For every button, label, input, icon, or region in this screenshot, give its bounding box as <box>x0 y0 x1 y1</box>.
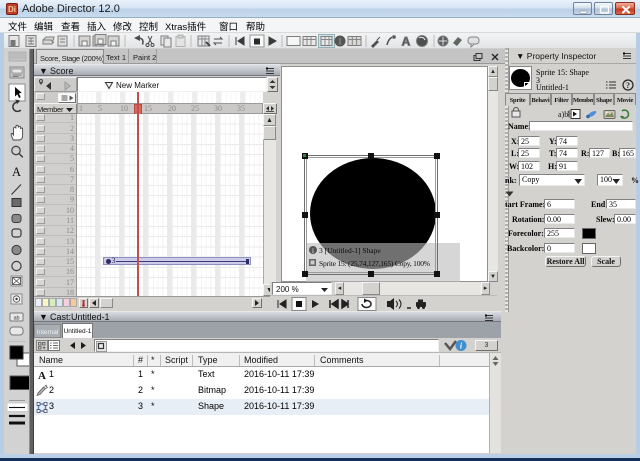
svg-text:A: A <box>402 35 411 49</box>
svg-text:A: A <box>12 165 21 179</box>
svg-text:A: A <box>38 370 46 381</box>
svg-text:ab: ab <box>13 316 19 322</box>
svg-text:a)b: a)b <box>558 110 568 119</box>
svg-text:?: ? <box>626 81 630 90</box>
